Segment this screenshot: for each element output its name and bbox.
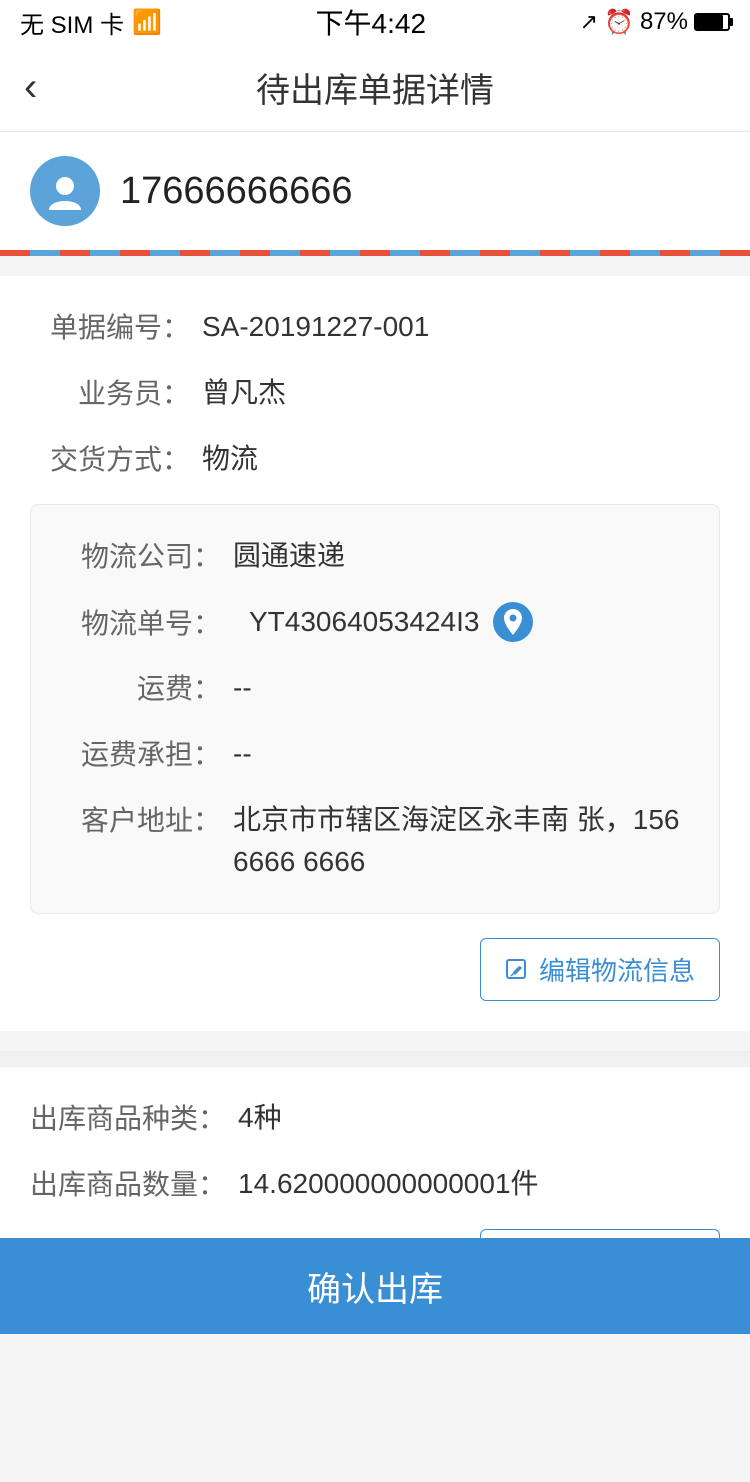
confirm-outbound-button[interactable]: 确认出库 xyxy=(0,1238,750,1334)
tracking-location-icon[interactable] xyxy=(493,602,533,642)
delivery-method-label: 交货方式： xyxy=(30,438,190,478)
status-carrier: 无 SIM 卡 📶 xyxy=(20,5,162,40)
avatar xyxy=(30,156,100,226)
order-number-row: 单据编号： SA-20191227-001 xyxy=(30,306,720,348)
delivery-method-value: 物流 xyxy=(202,438,720,480)
tracking-number-row: 物流单号： YT43064053424I3 xyxy=(61,601,689,643)
tracking-number-value: YT43064053424I3 xyxy=(249,601,689,643)
section-separator xyxy=(0,1051,750,1067)
delivery-method-row: 交货方式： 物流 xyxy=(30,438,720,480)
goods-quantity-label: 出库商品数量： xyxy=(30,1163,226,1203)
salesman-value: 曾凡杰 xyxy=(202,372,720,414)
logistics-company-value: 圆通速递 xyxy=(233,535,689,577)
logistics-card: 物流公司： 圆通速递 物流单号： YT43064053424I3 运费： -- … xyxy=(30,504,720,914)
page-title: 待出库单据详情 xyxy=(256,63,494,112)
battery-level: 87% xyxy=(640,8,688,36)
logistics-company-row: 物流公司： 圆通速递 xyxy=(61,535,689,577)
alarm-icon: ⏰ xyxy=(604,8,634,37)
status-time: 下午4:42 xyxy=(316,2,427,42)
freight-bearer-row: 运费承担： -- xyxy=(61,733,689,775)
order-number-label: 单据编号： xyxy=(30,306,190,346)
tracking-number-label: 物流单号： xyxy=(61,602,221,642)
freight-row: 运费： -- xyxy=(61,667,689,709)
freight-bearer-value: -- xyxy=(233,733,689,775)
order-number-value: SA-20191227-001 xyxy=(202,306,720,348)
address-label: 客户地址： xyxy=(61,799,221,839)
freight-label: 运费： xyxy=(61,667,221,707)
goods-type-value: 4种 xyxy=(238,1097,720,1139)
bottom-spacer xyxy=(0,1322,750,1482)
goods-quantity-row: 出库商品数量： 14.620000000000001件 xyxy=(30,1163,720,1205)
edit-logistics-button[interactable]: 编辑物流信息 xyxy=(480,938,720,1001)
order-info-section: 单据编号： SA-20191227-001 业务员： 曾凡杰 交货方式： 物流 … xyxy=(0,276,750,1031)
salesman-label: 业务员： xyxy=(30,372,190,412)
location-icon: ↗ xyxy=(580,9,598,35)
freight-value: -- xyxy=(233,667,689,709)
goods-type-label: 出库商品种类： xyxy=(30,1097,226,1137)
dashed-divider xyxy=(0,250,750,256)
status-bar: 无 SIM 卡 📶 下午4:42 ↗ ⏰ 87% xyxy=(0,0,750,44)
edit-logistics-btn-row: 编辑物流信息 xyxy=(30,938,720,1001)
address-value: 北京市市辖区海淀区永丰南 张，156 6666 6666 xyxy=(233,799,689,883)
goods-type-row: 出库商品种类： 4种 xyxy=(30,1097,720,1139)
freight-bearer-label: 运费承担： xyxy=(61,733,221,773)
address-row: 客户地址： 北京市市辖区海淀区永丰南 张，156 6666 6666 xyxy=(61,799,689,883)
nav-bar: ‹ 待出库单据详情 xyxy=(0,44,750,132)
salesman-row: 业务员： 曾凡杰 xyxy=(30,372,720,414)
customer-header: 17666666666 xyxy=(0,132,750,250)
goods-quantity-value: 14.620000000000001件 xyxy=(238,1163,720,1205)
battery-icon xyxy=(694,13,730,31)
bottom-area: 确认出库 xyxy=(0,1238,750,1334)
wifi-icon: 📶 xyxy=(132,8,162,37)
logistics-company-label: 物流公司： xyxy=(61,535,221,575)
back-button[interactable]: ‹ xyxy=(24,65,37,110)
customer-phone: 17666666666 xyxy=(120,170,352,213)
